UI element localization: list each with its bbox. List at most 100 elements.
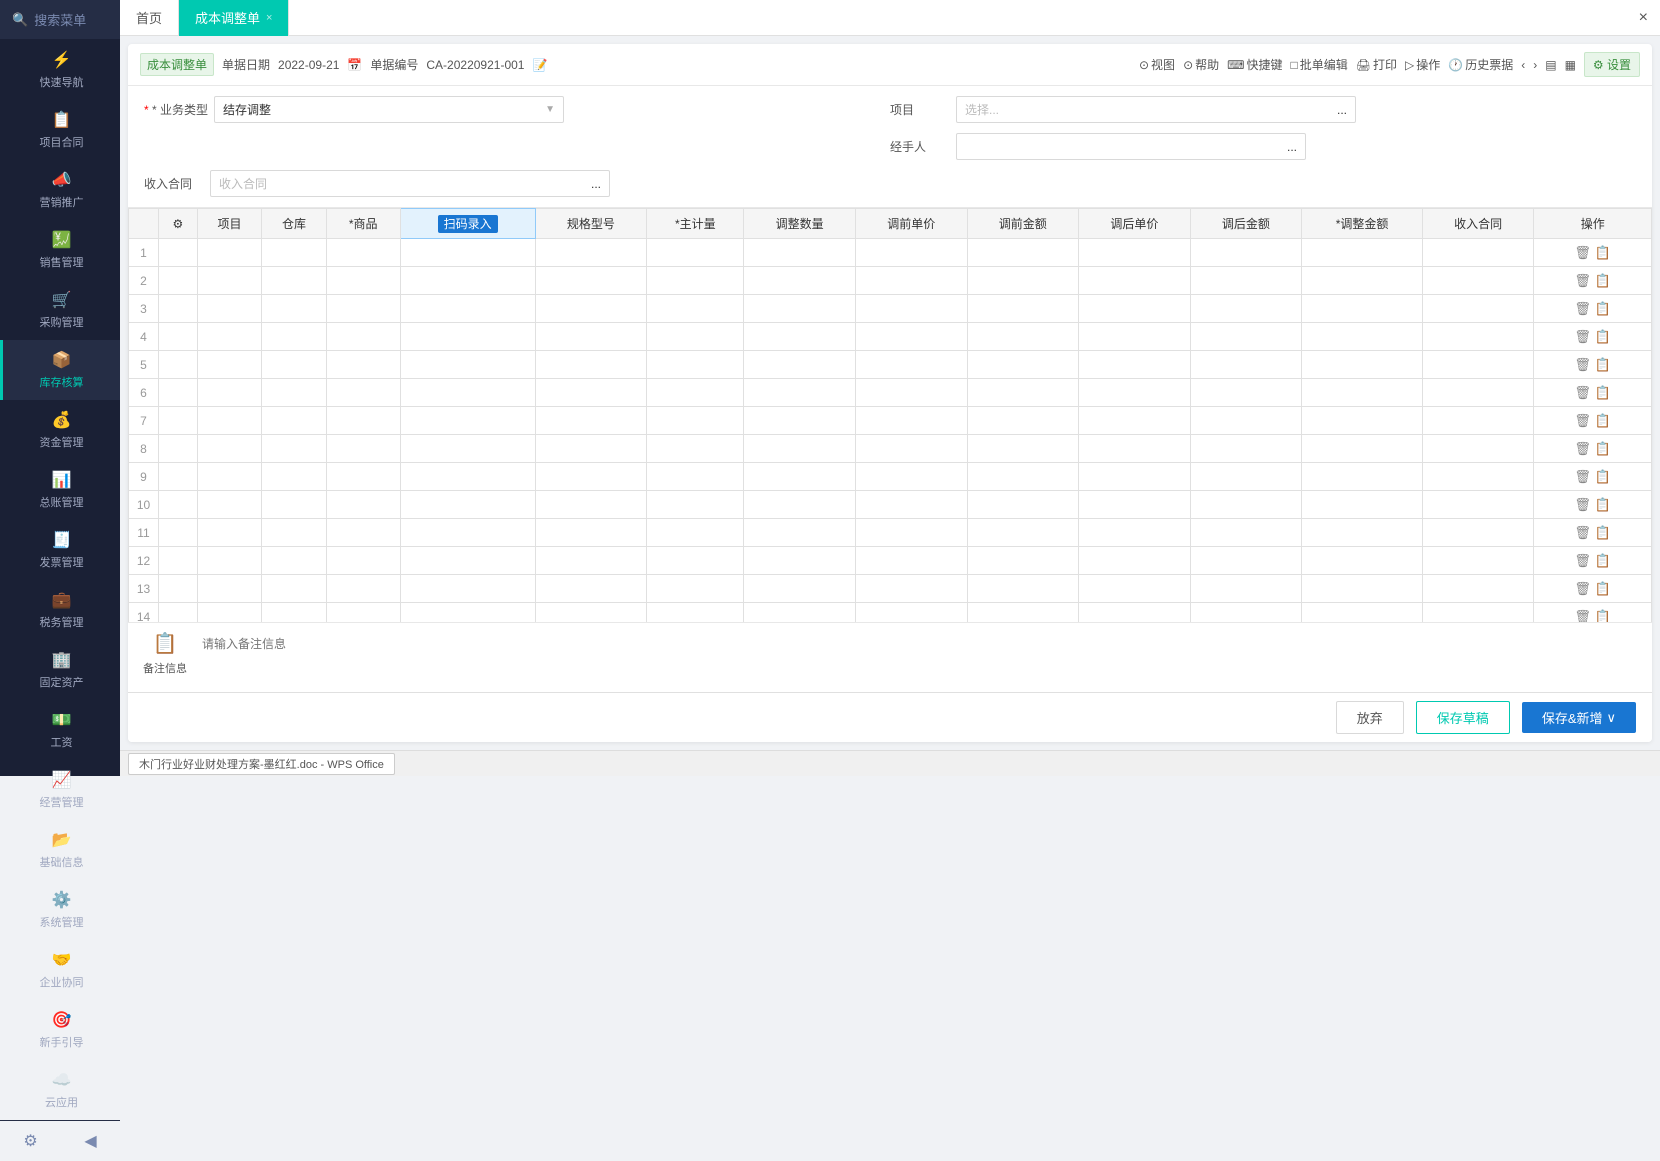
cell-post_unit_price[interactable] — [1079, 295, 1191, 323]
sidebar-item-tax[interactable]: 💼 税务管理 — [0, 580, 120, 640]
cell-pre_unit_price[interactable] — [855, 491, 967, 519]
cell-pre_amount[interactable] — [967, 491, 1079, 519]
sidebar-search[interactable]: 🔍 搜索菜单 — [0, 0, 120, 40]
sidebar-item-ops-mgmt[interactable]: 📈 经营管理 — [0, 760, 120, 820]
save-new-button[interactable]: 保存&新增 ∨ — [1522, 702, 1636, 733]
cell-scan_input[interactable] — [400, 295, 535, 323]
handler-select[interactable]: ... — [956, 133, 1306, 160]
cell-post_amount[interactable] — [1190, 491, 1302, 519]
nav-prev-btn[interactable]: ‹ — [1521, 58, 1525, 72]
cell-post_amount[interactable] — [1190, 379, 1302, 407]
cell-post_amount[interactable] — [1190, 603, 1302, 623]
cell-pre_unit_price[interactable] — [855, 295, 967, 323]
cell-spec[interactable] — [535, 519, 647, 547]
cell-unit[interactable] — [647, 351, 744, 379]
cell-unit[interactable] — [647, 267, 744, 295]
settings-btn[interactable]: ⚙ 设置 — [1584, 52, 1640, 77]
cell-warehouse[interactable] — [262, 323, 327, 351]
cell-unit[interactable] — [647, 575, 744, 603]
cell-warehouse[interactable] — [262, 519, 327, 547]
cell-pre_amount[interactable] — [967, 379, 1079, 407]
row-copy-icon[interactable]: 📋 — [1595, 357, 1611, 373]
cell-scan_input[interactable] — [400, 547, 535, 575]
cell-adjust_amount[interactable] — [1302, 323, 1423, 351]
remarks-input[interactable] — [198, 631, 1640, 667]
layout-btn1[interactable]: ▤ — [1545, 58, 1556, 72]
toolbar-help-btn[interactable]: ⊙ 帮助 — [1183, 56, 1219, 73]
sidebar-item-basic-info[interactable]: 📂 基础信息 — [0, 820, 120, 880]
collapse-icon[interactable]: ◀ — [84, 1131, 96, 1151]
cell-adjust_amount[interactable] — [1302, 295, 1423, 323]
cell-unit[interactable] — [647, 407, 744, 435]
cell-post_amount[interactable] — [1190, 295, 1302, 323]
cell-scan_input[interactable] — [400, 407, 535, 435]
cell-income_contract[interactable] — [1422, 435, 1534, 463]
cell-adjust_amount[interactable] — [1302, 547, 1423, 575]
cell-adjust_amount[interactable] — [1302, 491, 1423, 519]
project-select[interactable]: 选择... ... — [956, 96, 1356, 123]
cell-post_amount[interactable] — [1190, 575, 1302, 603]
row-delete-icon[interactable]: 🗑 — [1574, 385, 1591, 401]
cell-adjust_qty[interactable] — [744, 519, 856, 547]
cell-post_amount[interactable] — [1190, 547, 1302, 575]
cell-post_unit_price[interactable] — [1079, 407, 1191, 435]
cell-adjust_qty[interactable] — [744, 351, 856, 379]
cell-pre_amount[interactable] — [967, 519, 1079, 547]
cell-spec[interactable] — [535, 351, 647, 379]
row-copy-icon[interactable]: 📋 — [1595, 245, 1611, 261]
cell-scan_input[interactable] — [400, 267, 535, 295]
cell-product[interactable] — [326, 323, 400, 351]
cell-warehouse[interactable] — [262, 295, 327, 323]
toolbar-view-btn[interactable]: ⊙ 视图 — [1139, 56, 1175, 73]
cell-spec[interactable] — [535, 295, 647, 323]
toolbar-operate-btn[interactable]: ▷ 操作 — [1405, 56, 1440, 73]
sidebar-item-sales-mgmt[interactable]: 💹 销售管理 — [0, 220, 120, 280]
cell-adjust_amount[interactable] — [1302, 435, 1423, 463]
cell-pre_amount[interactable] — [967, 295, 1079, 323]
cell-pre_unit_price[interactable] — [855, 323, 967, 351]
cell-post_unit_price[interactable] — [1079, 351, 1191, 379]
sidebar-item-fixed-assets[interactable]: 🏢 固定资产 — [0, 640, 120, 700]
cell-post_unit_price[interactable] — [1079, 323, 1191, 351]
cell-product[interactable] — [326, 435, 400, 463]
cell-post_unit_price[interactable] — [1079, 547, 1191, 575]
cell-post_unit_price[interactable] — [1079, 575, 1191, 603]
cell-adjust_qty[interactable] — [744, 407, 856, 435]
cell-income_contract[interactable] — [1422, 603, 1534, 623]
cell-post_unit_price[interactable] — [1079, 491, 1191, 519]
row-copy-icon[interactable]: 📋 — [1595, 329, 1611, 345]
cell-income_contract[interactable] — [1422, 323, 1534, 351]
cell-warehouse[interactable] — [262, 575, 327, 603]
cell-adjust_amount[interactable] — [1302, 239, 1423, 267]
row-copy-icon[interactable]: 📋 — [1595, 441, 1611, 457]
cell-post_amount[interactable] — [1190, 351, 1302, 379]
cell-post_unit_price[interactable] — [1079, 463, 1191, 491]
cell-project[interactable] — [197, 547, 262, 575]
cell-post_amount[interactable] — [1190, 323, 1302, 351]
cell-post_unit_price[interactable] — [1079, 435, 1191, 463]
cell-product[interactable] — [326, 379, 400, 407]
cell-product[interactable] — [326, 295, 400, 323]
cell-post_unit_price[interactable] — [1079, 239, 1191, 267]
cell-post_unit_price[interactable] — [1079, 519, 1191, 547]
cell-pre_amount[interactable] — [967, 351, 1079, 379]
sidebar-item-system[interactable]: ⚙️ 系统管理 — [0, 880, 120, 940]
cell-scan_input[interactable] — [400, 379, 535, 407]
cell-spec[interactable] — [535, 323, 647, 351]
row-delete-icon[interactable]: 🗑 — [1574, 273, 1591, 289]
nav-next-btn[interactable]: › — [1533, 58, 1537, 72]
cell-post_amount[interactable] — [1190, 519, 1302, 547]
cell-adjust_amount[interactable] — [1302, 519, 1423, 547]
cell-scan_input[interactable] — [400, 575, 535, 603]
row-delete-icon[interactable]: 🗑 — [1574, 525, 1591, 541]
row-copy-icon[interactable]: 📋 — [1595, 301, 1611, 317]
sidebar-item-corp-collab[interactable]: 🤝 企业协同 — [0, 940, 120, 1000]
cell-income_contract[interactable] — [1422, 491, 1534, 519]
cell-adjust_qty[interactable] — [744, 323, 856, 351]
cell-pre_amount[interactable] — [967, 435, 1079, 463]
cell-project[interactable] — [197, 295, 262, 323]
sidebar-item-project-contract[interactable]: 📋 项目合同 — [0, 100, 120, 160]
cell-project[interactable] — [197, 575, 262, 603]
tab-home[interactable]: 首页 — [120, 0, 179, 36]
cell-pre_amount[interactable] — [967, 239, 1079, 267]
